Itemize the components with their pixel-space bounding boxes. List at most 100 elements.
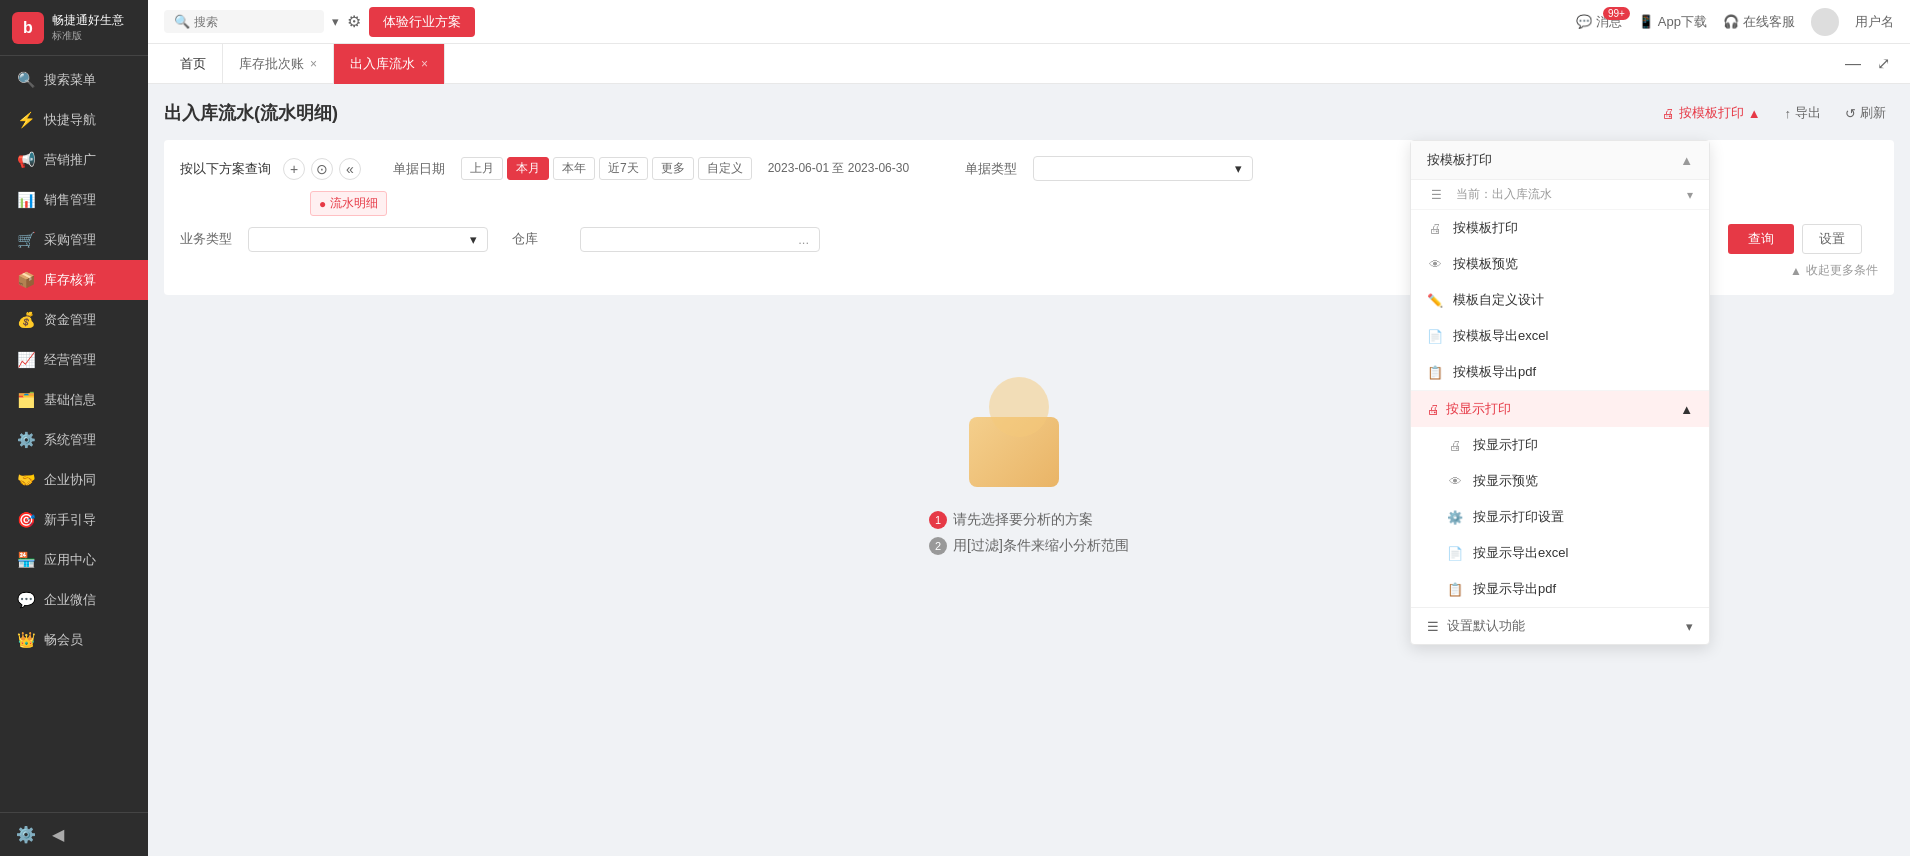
filter-tag-active[interactable]: ● 流水明细 [310,191,387,216]
tab-batch-account-close[interactable]: × [310,57,317,71]
wechat-icon: 💬 [16,590,36,610]
business-type-label: 业务类型 [180,230,240,248]
dropdown-template-pdf[interactable]: 📋 按模板导出pdf [1411,354,1709,390]
tab-maximize-icon[interactable]: ⤢ [1873,50,1894,77]
display-section-header[interactable]: 🖨 按显示打印 ▲ [1411,391,1709,427]
member-icon: 👑 [16,630,36,650]
dropdown-display-print-settings[interactable]: ⚙️ 按显示打印设置 [1411,499,1709,535]
display-print-settings-label: 按显示打印设置 [1473,508,1564,526]
sidebar-item-app-center[interactable]: 🏪 应用中心 [0,540,148,580]
date-btn-custom[interactable]: 自定义 [698,157,752,180]
settings-gear-icon[interactable]: ⚙ [347,12,361,31]
display-excel-icon: 📄 [1447,545,1463,561]
sidebar-item-sales[interactable]: 📊 销售管理 [0,180,148,220]
date-btn-this-month[interactable]: 本月 [507,157,549,180]
date-btn-7days[interactable]: 近7天 [599,157,648,180]
industry-btn[interactable]: 体验行业方案 [369,7,475,37]
footer-arrow: ▾ [1686,619,1693,634]
collapse-arrow-icon: ▲ [1790,264,1802,278]
filter-settings-btn[interactable]: ⊙ [311,158,333,180]
query-button[interactable]: 查询 [1728,224,1794,254]
business-type-field: 业务类型 ▾ [180,227,488,252]
tab-minimize-icon[interactable]: — [1841,51,1865,77]
dropdown-template-preview[interactable]: 👁 按模板预览 [1411,246,1709,282]
doc-type-select[interactable]: ▾ [1033,156,1253,181]
sidebar-nav: 🔍 搜索菜单 ⚡ 快捷导航 📢 营销推广 📊 销售管理 🛒 采购管理 📦 [0,56,148,812]
settings-icon[interactable]: ⚙️ [16,825,36,844]
dropdown-display-print[interactable]: 🖨 按显示打印 [1411,427,1709,463]
sidebar-item-system[interactable]: ⚙️ 系统管理 [0,420,148,460]
refresh-icon: ↺ [1845,106,1856,121]
basic-icon: 🗂️ [16,390,36,410]
template-custom-label: 模板自定义设计 [1453,291,1544,309]
chevron-up-icon: ▲ [1748,106,1761,121]
dropdown-display-excel[interactable]: 📄 按显示导出excel [1411,535,1709,571]
refresh-btn[interactable]: ↺ 刷新 [1837,100,1894,126]
dropdown-template-print[interactable]: 🖨 按模板打印 [1411,210,1709,246]
tab-home[interactable]: 首页 [164,44,223,84]
add-filter-btn[interactable]: + [283,158,305,180]
logo-name: 畅捷通好生意 [52,12,124,29]
display-preview-label: 按显示预览 [1473,472,1538,490]
display-excel-label: 按显示导出excel [1473,544,1568,562]
collapse-more-btn[interactable]: ▲ 收起更多条件 [1790,262,1878,279]
dropdown-current-arrow: ▾ [1687,188,1693,202]
step2-text: 用[过滤]条件来缩小分析范围 [953,537,1129,555]
sidebar-item-guide[interactable]: 🎯 新手引导 [0,500,148,540]
dropdown-header-arrow: ▲ [1680,153,1693,168]
display-section-arrow: ▲ [1680,402,1693,417]
app-download-item[interactable]: 📱 App下载 [1638,13,1707,31]
dropdown-header: 按模板打印 ▲ [1411,141,1709,180]
message-item[interactable]: 💬 消息 99+ [1576,13,1622,31]
sidebar-item-operation[interactable]: 📈 经营管理 [0,340,148,380]
warehouse-select[interactable]: ... [580,227,820,252]
customer-service-item[interactable]: 🎧 在线客服 [1723,13,1795,31]
warehouse-more-btn[interactable]: ... [798,232,809,247]
sidebar-item-basic[interactable]: 🗂️ 基础信息 [0,380,148,420]
print-dropdown-panel: 按模板打印 ▲ ☰ 当前：出入库流水 ▾ 🖨 按模板打印 👁 按 [1410,140,1710,645]
business-type-select[interactable]: ▾ [248,227,488,252]
display-eye-icon: 👁 [1447,473,1463,489]
logo-badge: 标准版 [52,29,124,43]
collapse-filter-btn[interactable]: « [339,158,361,180]
collapse-icon[interactable]: ◀ [52,825,64,844]
tab-batch-account[interactable]: 库存批次账 × [223,44,334,84]
date-btn-this-year[interactable]: 本年 [553,157,595,180]
sidebar-item-member[interactable]: 👑 畅会员 [0,620,148,660]
step1-number: 1 [929,511,947,529]
settings-button[interactable]: 设置 [1802,224,1862,254]
template-excel-label: 按模板导出excel [1453,327,1548,345]
sidebar-item-purchase[interactable]: 🛒 采购管理 [0,220,148,260]
dropdown-display-preview[interactable]: 👁 按显示预览 [1411,463,1709,499]
date-btn-last-month[interactable]: 上月 [461,157,503,180]
print-template-btn[interactable]: 🖨 按模板打印 ▲ [1654,100,1769,126]
sidebar-item-marketing[interactable]: 📢 营销推广 [0,140,148,180]
date-btn-more[interactable]: 更多 [652,157,694,180]
sidebar-item-collab[interactable]: 🤝 企业协同 [0,460,148,500]
inventory-icon: 📦 [16,270,36,290]
sidebar-item-label: 基础信息 [44,391,96,409]
sidebar-item-wechat[interactable]: 💬 企业微信 [0,580,148,620]
tab-stock-flow[interactable]: 出入库流水 × [334,44,445,84]
header-search-box[interactable]: 🔍 [164,10,324,33]
phone-icon: 📱 [1638,14,1654,29]
tab-stock-flow-close[interactable]: × [421,57,428,71]
sidebar-item-quick-nav[interactable]: ⚡ 快捷导航 [0,100,148,140]
dropdown-footer[interactable]: ☰ 设置默认功能 ▾ [1411,607,1709,644]
sales-icon: 📊 [16,190,36,210]
dropdown-display-pdf[interactable]: 📋 按显示导出pdf [1411,571,1709,607]
sidebar-item-finance[interactable]: 💰 资金管理 [0,300,148,340]
user-avatar[interactable] [1811,8,1839,36]
tabs-bar: 首页 库存批次账 × 出入库流水 × — ⤢ [148,44,1910,84]
search-input[interactable] [194,15,314,29]
sidebar-item-search[interactable]: 🔍 搜索菜单 [0,60,148,100]
sidebar-item-inventory[interactable]: 📦 库存核算 [0,260,148,300]
export-btn[interactable]: ↑ 导出 [1777,100,1830,126]
sidebar: b 畅捷通好生意 标准版 🔍 搜索菜单 ⚡ 快捷导航 📢 营销推广 📊 销售管理 [0,0,148,856]
empty-text: 1 请先选择要分析的方案 2 用[过滤]条件来缩小分析范围 [929,507,1129,559]
dropdown-arrow-icon[interactable]: ▾ [332,14,339,29]
dropdown-template-custom[interactable]: ✏️ 模板自定义设计 [1411,282,1709,318]
dropdown-template-excel[interactable]: 📄 按模板导出excel [1411,318,1709,354]
title-actions: 🖨 按模板打印 ▲ ↑ 导出 ↺ 刷新 [1654,100,1894,126]
filter-tag-icon: ● [319,197,326,211]
